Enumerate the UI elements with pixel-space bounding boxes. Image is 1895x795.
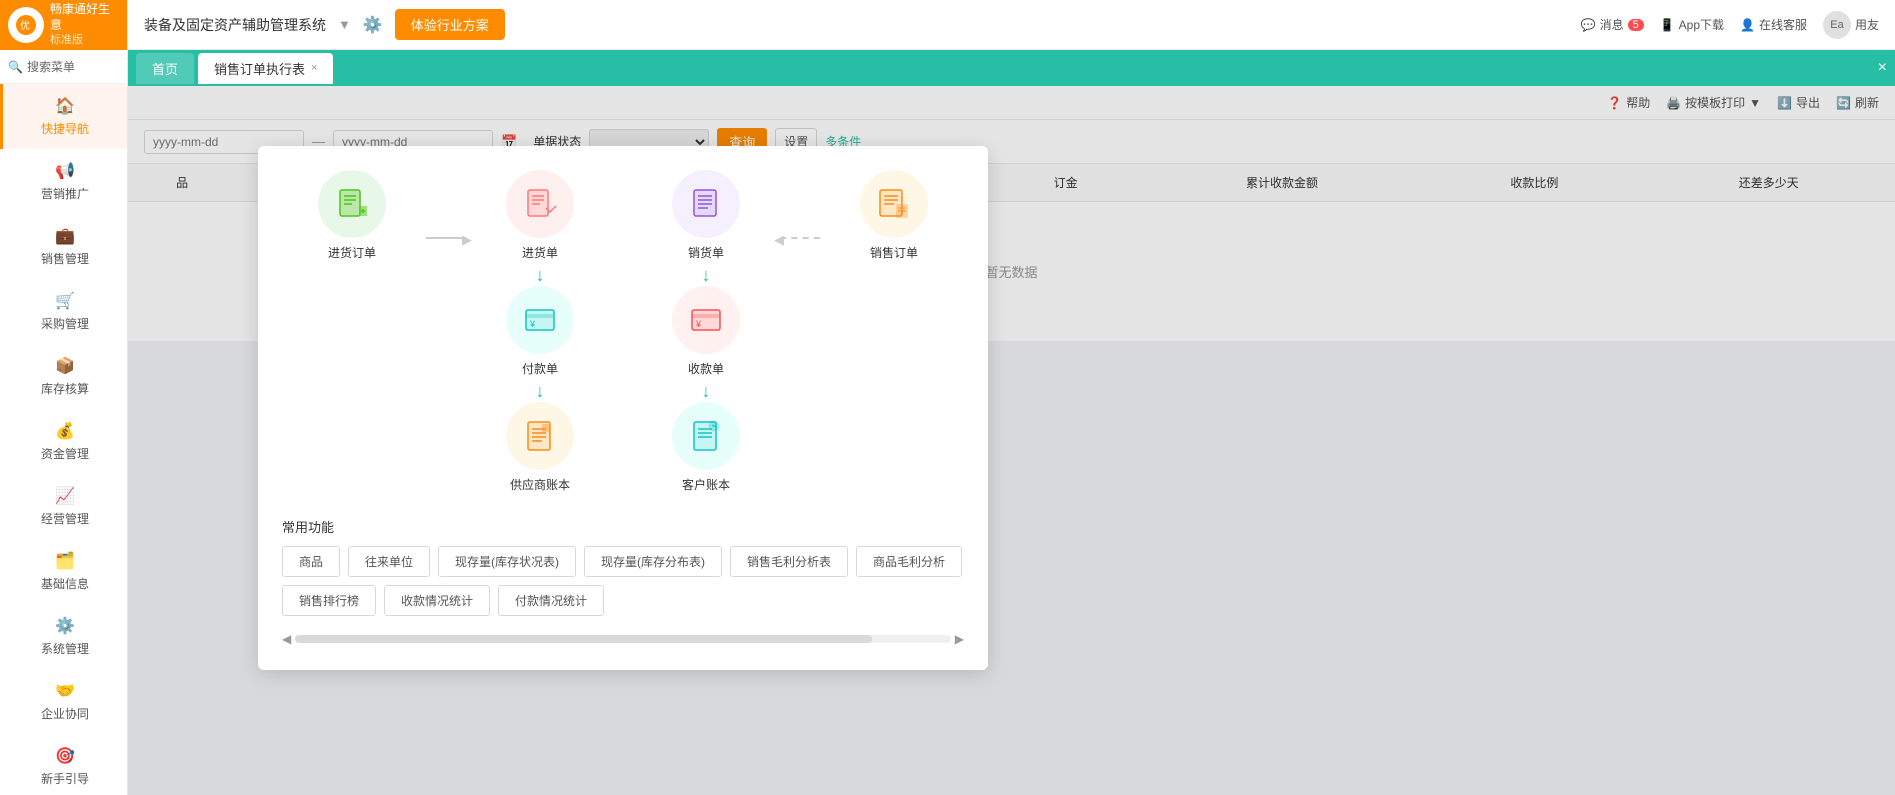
purchase-bill-node: 进货单 <box>470 170 610 261</box>
sidebar-item-operations[interactable]: 📈 经营管理 <box>0 474 127 539</box>
func-btn-counterparty[interactable]: 往来单位 <box>348 546 430 577</box>
logo-icon: 优 <box>8 7 44 43</box>
sidebar-logo: 优 畅康通好生意 标准版 <box>0 0 127 50</box>
purchase-order-node: 进货订单 <box>282 170 422 261</box>
sales-bill-circle <box>672 170 740 238</box>
main-area: 装备及固定资产辅助管理系统 ▼ ⚙️ 体验行业方案 💬 消息 5 📱 App下载… <box>128 0 1895 795</box>
purchase-bill-label: 进货单 <box>522 244 558 261</box>
sales-bill-node: 销货单 <box>636 170 776 261</box>
scroll-right-icon[interactable]: ▶ <box>955 632 964 646</box>
search-icon: 🔍 <box>8 60 23 74</box>
func-btn-product-margin[interactable]: 商品毛利分析 <box>856 546 962 577</box>
finance-icon: 💰 <box>55 421 75 441</box>
popup-card: 进货订单 ▶ <box>258 146 988 670</box>
popup-overlay[interactable]: 进货订单 ▶ <box>128 86 1895 795</box>
header-right: 💬 消息 5 📱 App下载 👤 在线客服 Ea 用友 <box>1581 11 1879 39</box>
scroll-left-icon[interactable]: ◀ <box>282 632 291 646</box>
service-icon: 👤 <box>1740 18 1755 32</box>
svg-text:优: 优 <box>20 19 30 32</box>
sidebar-item-inventory[interactable]: 📦 库存核算 <box>0 344 127 409</box>
payment-label: 付款单 <box>522 360 558 377</box>
sidebar-item-quick-nav[interactable]: 🏠 快捷导航 <box>0 84 127 149</box>
tab-home[interactable]: 首页 <box>136 53 194 84</box>
top-header: 装备及固定资产辅助管理系统 ▼ ⚙️ 体验行业方案 💬 消息 5 📱 App下载… <box>128 0 1895 50</box>
payment-node: ¥ 付款单 <box>470 286 610 377</box>
tab-sales-order[interactable]: 销售订单执行表 × <box>198 53 333 84</box>
sidebar-item-basic-info[interactable]: 🗂️ 基础信息 <box>0 539 127 604</box>
message-icon: 💬 <box>1581 18 1596 32</box>
sidebar-item-purchase[interactable]: 🛒 采购管理 <box>0 279 127 344</box>
marketing-icon: 📢 <box>55 161 75 181</box>
sales-order-label: 销售订单 <box>870 244 918 261</box>
receipt-node: ¥ 收款单 <box>636 286 776 377</box>
func-btn-stock-dist[interactable]: 现存量(库存分布表) <box>584 546 722 577</box>
basic-info-icon: 🗂️ <box>55 551 75 571</box>
sales-bill-label: 销货单 <box>688 244 724 261</box>
purchase-icon: 🛒 <box>55 291 75 311</box>
tab-close-icon[interactable]: × <box>311 62 317 74</box>
system-icon: ⚙️ <box>55 616 75 636</box>
download-icon: 📱 <box>1660 18 1675 32</box>
receipt-label: 收款单 <box>688 360 724 377</box>
logo-text: 畅康通好生意 标准版 <box>50 2 119 47</box>
user-item[interactable]: Ea 用友 <box>1823 11 1879 39</box>
func-btn-sales-margin[interactable]: 销售毛利分析表 <box>730 546 848 577</box>
payment-circle: ¥ <box>506 286 574 354</box>
guide-icon: 🎯 <box>55 746 75 766</box>
common-functions: 常用功能 商品 往来单位 现存量(库存状况表) 现存量(库存分布表) 销售毛利分… <box>282 517 964 616</box>
customer-ledger-label: 客户账本 <box>682 476 730 493</box>
sidebar-item-finance[interactable]: 💰 资金管理 <box>0 409 127 474</box>
func-buttons: 商品 往来单位 现存量(库存状况表) 现存量(库存分布表) 销售毛利分析表 商品… <box>282 546 964 616</box>
settings-icon[interactable]: ⚙️ <box>363 15 383 35</box>
dropdown-arrow-icon[interactable]: ▼ <box>338 17 351 32</box>
sidebar-item-collab[interactable]: 🤝 企业协同 <box>0 669 127 734</box>
sidebar-nav: 🏠 快捷导航 📢 营销推广 💼 销售管理 🛒 采购管理 📦 库存核算 💰 <box>0 84 127 795</box>
message-badge: 5 <box>1628 19 1644 31</box>
sales-order-node: 销售订单 <box>824 170 964 261</box>
sidebar-item-guide[interactable]: 🎯 新手引导 <box>0 734 127 795</box>
func-btn-stock-status[interactable]: 现存量(库存状况表) <box>438 546 576 577</box>
system-title: 装备及固定资产辅助管理系统 <box>144 15 326 35</box>
sales-icon: 💼 <box>55 226 75 246</box>
sidebar: 优 畅康通好生意 标准版 🔍 搜索菜单 🏠 快捷导航 📢 营销推广 💼 销售管理 <box>0 0 128 795</box>
customer-ledger-node: 客户账本 <box>636 402 776 493</box>
content-area: ❓ 帮助 🖨️ 按模板打印 ▼ ⬇️ 导出 🔄 刷新 <box>128 86 1895 795</box>
purchase-order-circle <box>318 170 386 238</box>
quick-nav-icon: 🏠 <box>55 96 75 116</box>
func-btn-product[interactable]: 商品 <box>282 546 340 577</box>
inventory-icon: 📦 <box>55 356 75 376</box>
tab-bar: 首页 销售订单执行表 × × <box>128 50 1895 86</box>
app-download-item[interactable]: 📱 App下载 <box>1660 16 1724 33</box>
sidebar-item-system[interactable]: ⚙️ 系统管理 <box>0 604 127 669</box>
func-btn-payment-stat[interactable]: 付款情况统计 <box>498 585 604 616</box>
experience-button[interactable]: 体验行业方案 <box>395 9 505 40</box>
supplier-ledger-node: 供应商账本 <box>470 402 610 493</box>
svg-text:¥: ¥ <box>529 319 536 329</box>
func-btn-receipt-stat[interactable]: 收款情况统计 <box>384 585 490 616</box>
popup-scrollbar-container: ◀ ▶ <box>282 632 964 646</box>
tab-bar-close-button[interactable]: × <box>1878 59 1887 77</box>
operations-icon: 📈 <box>55 486 75 506</box>
sidebar-search[interactable]: 🔍 搜索菜单 <box>0 50 127 84</box>
sidebar-item-marketing[interactable]: 📢 营销推广 <box>0 149 127 214</box>
common-functions-title: 常用功能 <box>282 517 964 536</box>
sidebar-item-sales[interactable]: 💼 销售管理 <box>0 214 127 279</box>
func-btn-sales-rank[interactable]: 销售排行榜 <box>282 585 376 616</box>
purchase-order-label: 进货订单 <box>328 244 376 261</box>
supplier-ledger-circle <box>506 402 574 470</box>
avatar: Ea <box>1823 11 1851 39</box>
purchase-bill-circle <box>506 170 574 238</box>
receipt-circle: ¥ <box>672 286 740 354</box>
customer-ledger-circle <box>672 402 740 470</box>
message-item[interactable]: 💬 消息 5 <box>1581 16 1644 33</box>
scrollbar-thumb[interactable] <box>295 635 872 643</box>
supplier-ledger-label: 供应商账本 <box>510 476 570 493</box>
collab-icon: 🤝 <box>55 681 75 701</box>
svg-text:¥: ¥ <box>695 319 702 329</box>
sales-order-circle <box>860 170 928 238</box>
online-service-item[interactable]: 👤 在线客服 <box>1740 16 1807 33</box>
